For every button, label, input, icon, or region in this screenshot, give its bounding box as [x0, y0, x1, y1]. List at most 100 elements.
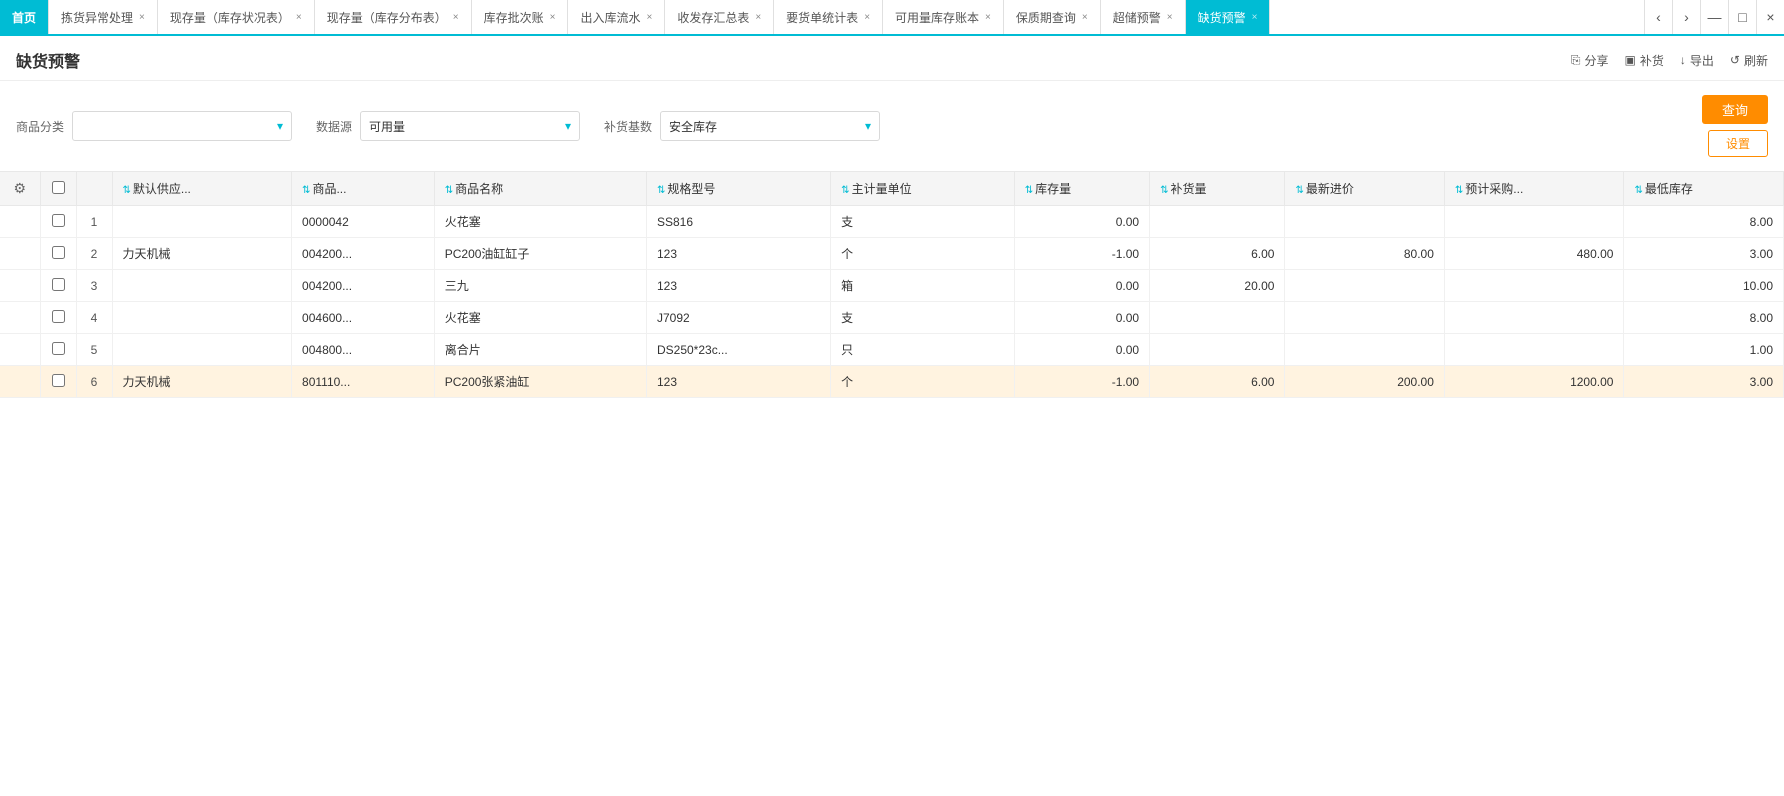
datasource-select[interactable]: 可用量 ▾: [360, 111, 580, 141]
row-checkbox-cell[interactable]: [40, 366, 76, 398]
column-product-name[interactable]: ⇅商品名称: [434, 172, 646, 206]
select-all-checkbox[interactable]: [52, 181, 65, 194]
refresh-label: 刷新: [1744, 52, 1768, 69]
settings-button[interactable]: 设置: [1708, 130, 1768, 157]
sort-icon: ⇅: [445, 185, 453, 196]
row-checkbox[interactable]: [52, 214, 65, 227]
column-est-purchase[interactable]: ⇅预计采购...: [1444, 172, 1624, 206]
row-number: 6: [76, 366, 112, 398]
replenish-button[interactable]: ▣ 补货: [1625, 52, 1664, 69]
share-button[interactable]: ⎘ 分享: [1571, 52, 1609, 69]
export-label: 导出: [1690, 52, 1714, 69]
export-button[interactable]: ↓ 导出: [1680, 52, 1714, 69]
tab-prev-btn[interactable]: ‹: [1644, 0, 1672, 35]
column-unit[interactable]: ⇅主计量单位: [831, 172, 1015, 206]
row-checkbox-cell[interactable]: [40, 206, 76, 238]
tab-close-icon[interactable]: ×: [1082, 12, 1088, 23]
tab-batch-account[interactable]: 库存批次账 ×: [472, 0, 569, 35]
column-product-code[interactable]: ⇅商品...: [292, 172, 435, 206]
row-product-name: 火花塞: [434, 206, 646, 238]
row-product-name: 三九: [434, 270, 646, 302]
tab-expiry-query[interactable]: 保质期查询 ×: [1004, 0, 1101, 35]
tab-receive-summary[interactable]: 收发存汇总表 ×: [665, 0, 774, 35]
column-replenish-qty[interactable]: ⇅补货量: [1150, 172, 1285, 206]
row-checkbox[interactable]: [52, 278, 65, 291]
column-gear[interactable]: ⚙: [0, 172, 40, 206]
tab-inventory-status[interactable]: 现存量（库存状况表） ×: [158, 0, 315, 35]
category-select[interactable]: ▾: [72, 111, 292, 141]
tab-close-icon[interactable]: ×: [139, 12, 145, 23]
tab-close-icon[interactable]: ×: [985, 12, 991, 23]
tab-label: 拣货异常处理: [61, 9, 133, 26]
tab-close-icon[interactable]: ×: [755, 12, 761, 23]
replenish-basis-value: 安全库存: [669, 118, 717, 135]
row-supplier: [112, 334, 292, 366]
refresh-button[interactable]: ↺ 刷新: [1730, 52, 1768, 69]
row-stock: 0.00: [1014, 334, 1149, 366]
row-est-purchase: [1444, 270, 1624, 302]
row-gear-cell: [0, 366, 40, 398]
row-product-code: 004600...: [292, 302, 435, 334]
row-gear-cell: [0, 206, 40, 238]
tab-available-ledger[interactable]: 可用量库存账本 ×: [883, 0, 1004, 35]
row-checkbox[interactable]: [52, 342, 65, 355]
window-close-btn[interactable]: ×: [1756, 0, 1784, 35]
tab-close-icon[interactable]: ×: [864, 12, 870, 23]
table-row: 3 004200... 三九 123 箱 0.00 20.00 10.00: [0, 270, 1784, 302]
tab-close-icon[interactable]: ×: [1252, 12, 1258, 23]
tab-close-icon[interactable]: ×: [646, 12, 652, 23]
row-stock: 0.00: [1014, 302, 1149, 334]
row-stock: -1.00: [1014, 366, 1149, 398]
row-checkbox-cell[interactable]: [40, 238, 76, 270]
datasource-value: 可用量: [369, 118, 405, 135]
share-icon: ⎘: [1571, 53, 1581, 68]
replenish-icon: ▣: [1625, 53, 1636, 67]
tab-shortage-warn[interactable]: 缺货预警 ×: [1186, 0, 1271, 35]
sort-icon: ⇅: [1634, 185, 1642, 196]
row-checkbox-cell[interactable]: [40, 302, 76, 334]
row-min-stock: 1.00: [1624, 334, 1784, 366]
tab-home[interactable]: 首页: [0, 0, 49, 35]
column-row-num: [76, 172, 112, 206]
row-spec: 123: [646, 270, 830, 302]
gear-icon[interactable]: ⚙: [13, 180, 26, 196]
tab-next-btn[interactable]: ›: [1672, 0, 1700, 35]
row-checkbox[interactable]: [52, 374, 65, 387]
row-checkbox[interactable]: [52, 246, 65, 259]
table-row: 1 0000042 火花塞 SS816 支 0.00 8.00: [0, 206, 1784, 238]
export-icon: ↓: [1680, 53, 1686, 67]
row-gear-cell: [0, 334, 40, 366]
tab-overstock-warn[interactable]: 超储预警 ×: [1101, 0, 1186, 35]
row-checkbox-cell[interactable]: [40, 270, 76, 302]
row-replenish-qty: 6.00: [1150, 366, 1285, 398]
column-min-stock[interactable]: ⇅最低库存: [1624, 172, 1784, 206]
column-stock[interactable]: ⇅库存量: [1014, 172, 1149, 206]
tab-close-icon[interactable]: ×: [453, 12, 459, 23]
tab-demand-stat[interactable]: 要货单统计表 ×: [774, 0, 883, 35]
row-latest-price: [1285, 270, 1444, 302]
tab-inout-flow[interactable]: 出入库流水 ×: [568, 0, 665, 35]
row-checkbox-cell[interactable]: [40, 334, 76, 366]
query-button[interactable]: 查询: [1702, 95, 1768, 124]
row-supplier: [112, 270, 292, 302]
row-number: 5: [76, 334, 112, 366]
column-default-supplier[interactable]: ⇅默认供应...: [112, 172, 292, 206]
column-spec[interactable]: ⇅规格型号: [646, 172, 830, 206]
window-minimize-btn[interactable]: —: [1700, 0, 1728, 35]
tab-close-icon[interactable]: ×: [296, 12, 302, 23]
tab-close-icon[interactable]: ×: [1167, 12, 1173, 23]
tab-label: 保质期查询: [1016, 9, 1076, 26]
tab-close-icon[interactable]: ×: [550, 12, 556, 23]
row-product-code: 801110...: [292, 366, 435, 398]
sort-icon: ⇅: [302, 185, 310, 196]
row-checkbox[interactable]: [52, 310, 65, 323]
window-maximize-btn[interactable]: □: [1728, 0, 1756, 35]
table-body: 1 0000042 火花塞 SS816 支 0.00 8.00 2 力天机械 0…: [0, 206, 1784, 398]
replenish-basis-select[interactable]: 安全库存 ▾: [660, 111, 880, 141]
tab-defect-process[interactable]: 拣货异常处理 ×: [49, 0, 158, 35]
tab-label: 超储预警: [1113, 9, 1161, 26]
column-latest-price[interactable]: ⇅最新进价: [1285, 172, 1444, 206]
tab-inventory-dist[interactable]: 现存量（库存分布表） ×: [315, 0, 472, 35]
row-min-stock: 10.00: [1624, 270, 1784, 302]
row-latest-price: 80.00: [1285, 238, 1444, 270]
